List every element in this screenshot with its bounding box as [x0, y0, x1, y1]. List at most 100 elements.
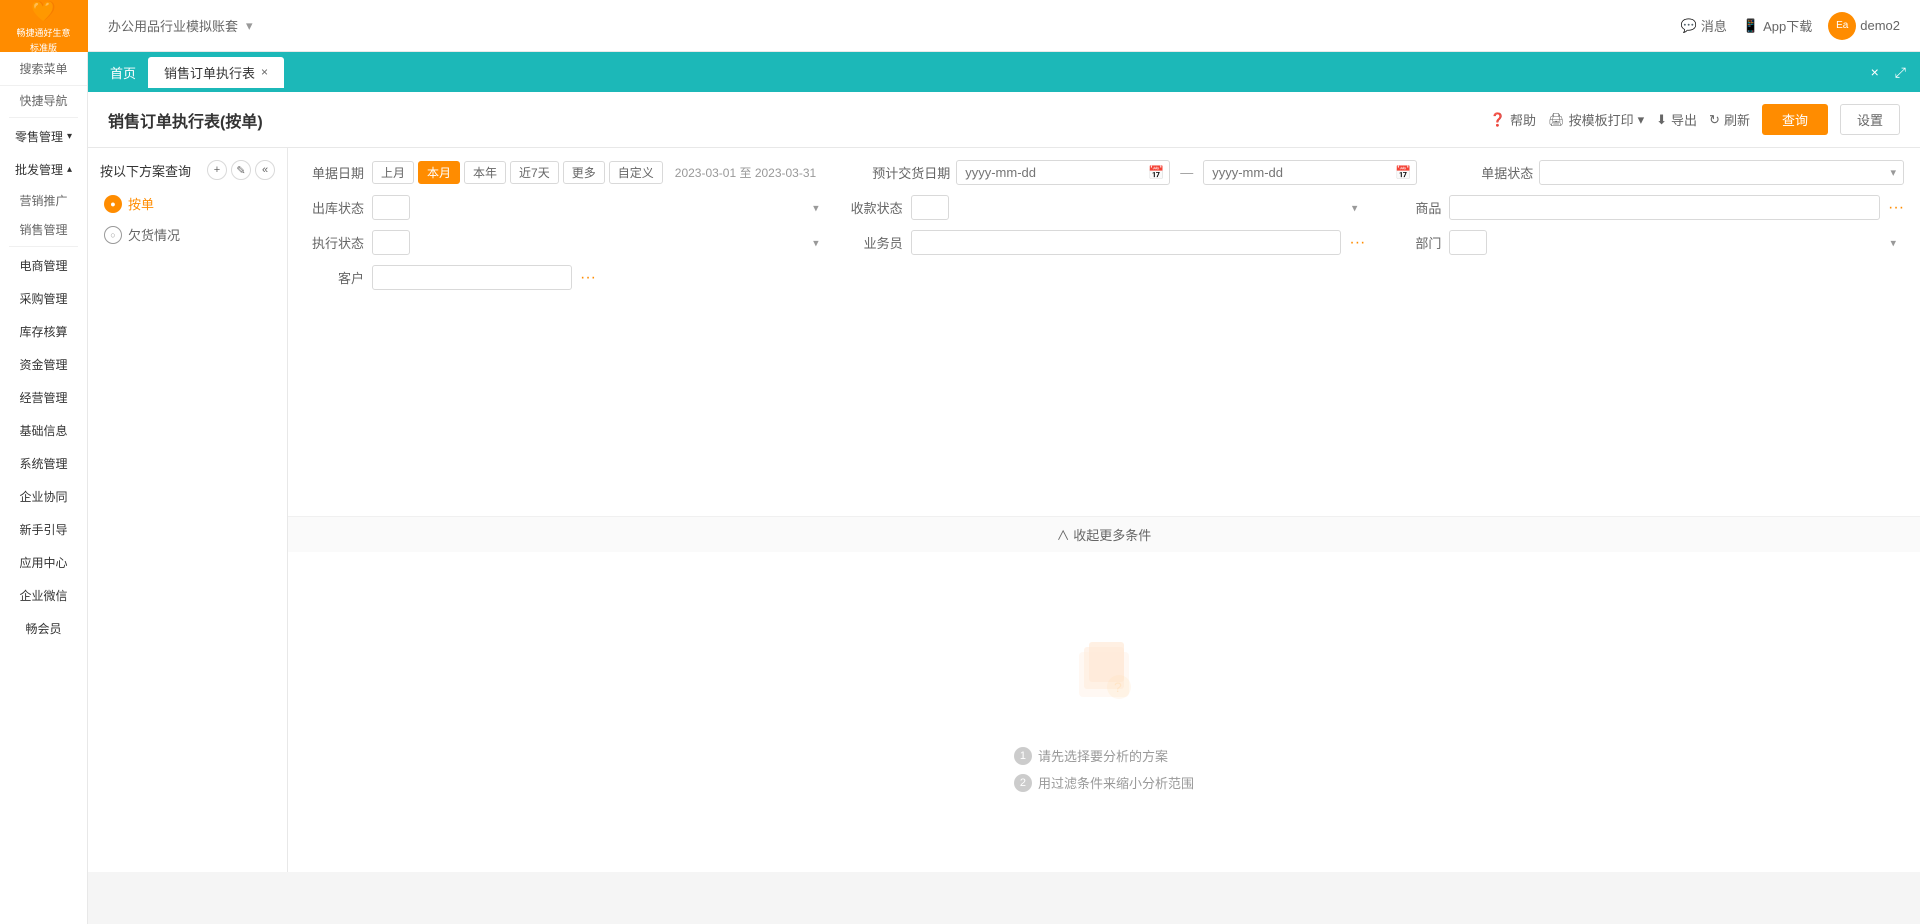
sidebar-item-marketing[interactable]: 营销推广	[0, 186, 87, 215]
date-separator: —	[1180, 165, 1193, 180]
sidebar-item-wechat[interactable]: 企业微信	[0, 579, 87, 612]
appcenter-label: 应用中心	[19, 554, 67, 571]
quick-nav-label: 快捷导航	[10, 92, 77, 109]
customer-dots-btn[interactable]: ···	[580, 269, 596, 287]
expected-date-start-input[interactable]	[956, 160, 1170, 185]
sidebar-item-sales[interactable]: 销售管理	[0, 215, 87, 244]
out-status-filter: 出库状态	[304, 195, 827, 220]
exec-status-select[interactable]	[372, 230, 410, 255]
left-panel-collapse-btn[interactable]: «	[255, 160, 275, 180]
sidebar-item-ecommerce[interactable]: 电商管理	[0, 249, 87, 282]
date-range-text: 2023-03-01 至 2023-03-31	[675, 164, 816, 181]
customer-input[interactable]	[372, 265, 572, 290]
sidebar-search[interactable]: 搜索菜单	[0, 52, 87, 86]
sidebar-item-system[interactable]: 系统管理	[0, 447, 87, 480]
newuser-label: 新手引导	[19, 521, 67, 538]
salesperson-input[interactable]	[911, 230, 1342, 255]
date-btn-7days[interactable]: 近7天	[510, 161, 559, 184]
hint-item-2: 2 用过滤条件来缩小分析范围	[1014, 773, 1194, 792]
filter-row-4: 客户 ···	[304, 265, 1904, 290]
user-area[interactable]: Ea demo2	[1828, 12, 1900, 40]
calendar-end-icon[interactable]: 📅	[1395, 165, 1411, 181]
print-arrow: ▾	[1638, 112, 1645, 128]
page-content: 销售订单执行表(按单) ❓ 帮助 🖨 按模板打印 ▾ ⬇ 导出 ↻ 刷新	[88, 92, 1920, 924]
date-btn-thisyear[interactable]: 本年	[464, 161, 506, 184]
sidebar-item-inventory[interactable]: 库存核算	[0, 315, 87, 348]
expected-date-start-wrapper: 📅	[956, 160, 1170, 185]
sidebar-item-retail[interactable]: 零售管理 ▾	[0, 120, 87, 153]
dropdown-icon[interactable]: ▾	[246, 18, 253, 34]
sidebar-item-appcenter[interactable]: 应用中心	[0, 546, 87, 579]
empty-state: ? 1 请先选择要分析的方案 2 用过滤条件来缩小分析范围	[288, 552, 1920, 872]
sidebar-item-member[interactable]: 畅会员	[0, 612, 87, 645]
refresh-label: 刷新	[1724, 110, 1750, 129]
sidebar-item-newuser[interactable]: 新手引导	[0, 513, 87, 546]
date-filter: 单据日期 上月 本月 本年 近7天 更多 自定义 2023-03-01 至 20…	[304, 161, 816, 184]
status-select-input[interactable]	[1539, 160, 1904, 185]
retail-label: 零售管理	[15, 128, 63, 145]
dept-select[interactable]	[1449, 230, 1487, 255]
date-btn-lastmonth[interactable]: 上月	[372, 161, 414, 184]
help-btn[interactable]: ❓ 帮助	[1490, 110, 1536, 129]
phone-icon: 📱	[1743, 18, 1759, 34]
sidebar-item-wholesale[interactable]: 批发管理 ▴	[0, 153, 87, 186]
date-btn-more[interactable]: 更多	[563, 161, 605, 184]
out-status-wrapper	[372, 195, 827, 220]
dept-filter: 部门	[1381, 230, 1904, 255]
window-maximize-btn[interactable]: ⤢	[1891, 60, 1910, 85]
sidebar-item-enterprise[interactable]: 企业协同	[0, 480, 87, 513]
left-panel-add-btn[interactable]: +	[207, 160, 227, 180]
header-right: 💬 消息 📱 App下载 Ea demo2	[1681, 12, 1900, 40]
window-close-btn[interactable]: ×	[1867, 60, 1883, 85]
shortage-label: 欠货情况	[128, 225, 180, 244]
sidebar-quick-nav[interactable]: 快捷导航	[0, 86, 87, 115]
product-input[interactable]	[1449, 195, 1880, 220]
user-name: demo2	[1860, 18, 1900, 33]
app-title: 办公用品行业模拟账套	[108, 16, 238, 35]
print-btn[interactable]: 🖨 按模板打印 ▾	[1548, 110, 1644, 129]
date-btn-custom[interactable]: 自定义	[609, 161, 663, 184]
left-panel-edit-btn[interactable]: ✎	[231, 160, 251, 180]
left-panel-item-order[interactable]: ● 按单	[88, 188, 287, 219]
print-label: 按模板打印	[1569, 110, 1634, 129]
expected-date-end-wrapper: 📅	[1203, 160, 1417, 185]
tab-close-icon[interactable]: ×	[261, 65, 268, 79]
tab-home-label: 首页	[110, 63, 136, 82]
search-label: 搜索菜单	[10, 60, 77, 77]
wechat-label: 企业微信	[19, 587, 67, 604]
left-panel-item-shortage[interactable]: ○ 欠货情况	[88, 219, 287, 250]
out-status-select[interactable]	[372, 195, 410, 220]
sidebar-item-operations[interactable]: 经营管理	[0, 381, 87, 414]
inventory-label: 库存核算	[19, 323, 67, 340]
calendar-start-icon[interactable]: 📅	[1148, 165, 1164, 181]
receive-status-label: 收款状态	[843, 198, 903, 217]
basic-label: 基础信息	[19, 422, 67, 439]
expected-date-label: 预计交货日期	[872, 163, 950, 182]
sales-label: 销售管理	[19, 223, 67, 237]
tab-home[interactable]: 首页	[98, 57, 148, 88]
operations-label: 经营管理	[19, 389, 67, 406]
tab-sales-exec[interactable]: 销售订单执行表 ×	[148, 57, 284, 88]
query-button[interactable]: 查询	[1762, 104, 1828, 135]
wholesale-label: 批发管理	[15, 161, 63, 178]
divider-1	[9, 117, 79, 118]
salesperson-dots-btn[interactable]: ···	[1349, 234, 1365, 252]
status-select-wrapper: ▾	[1539, 160, 1904, 185]
enterprise-label: 企业协同	[19, 488, 67, 505]
refresh-btn[interactable]: ↻ 刷新	[1709, 110, 1750, 129]
product-dots-btn[interactable]: ···	[1888, 199, 1904, 217]
sidebar-item-purchase[interactable]: 采购管理	[0, 282, 87, 315]
expected-date-end-input[interactable]	[1203, 160, 1417, 185]
export-btn[interactable]: ⬇ 导出	[1656, 110, 1697, 129]
app-download-btn[interactable]: 📱 App下载	[1743, 16, 1812, 35]
salesperson-filter: 业务员 ···	[843, 230, 1366, 255]
retail-arrow: ▾	[67, 131, 72, 142]
collapse-row[interactable]: ∧ 收起更多条件	[288, 516, 1920, 552]
receive-status-select[interactable]	[911, 195, 949, 220]
settings-button[interactable]: 设置	[1840, 104, 1900, 135]
refresh-icon: ↻	[1709, 112, 1720, 128]
sidebar-item-basic[interactable]: 基础信息	[0, 414, 87, 447]
date-btn-thismonth[interactable]: 本月	[418, 161, 460, 184]
sidebar-item-finance[interactable]: 资金管理	[0, 348, 87, 381]
message-btn[interactable]: 💬 消息	[1681, 16, 1727, 35]
